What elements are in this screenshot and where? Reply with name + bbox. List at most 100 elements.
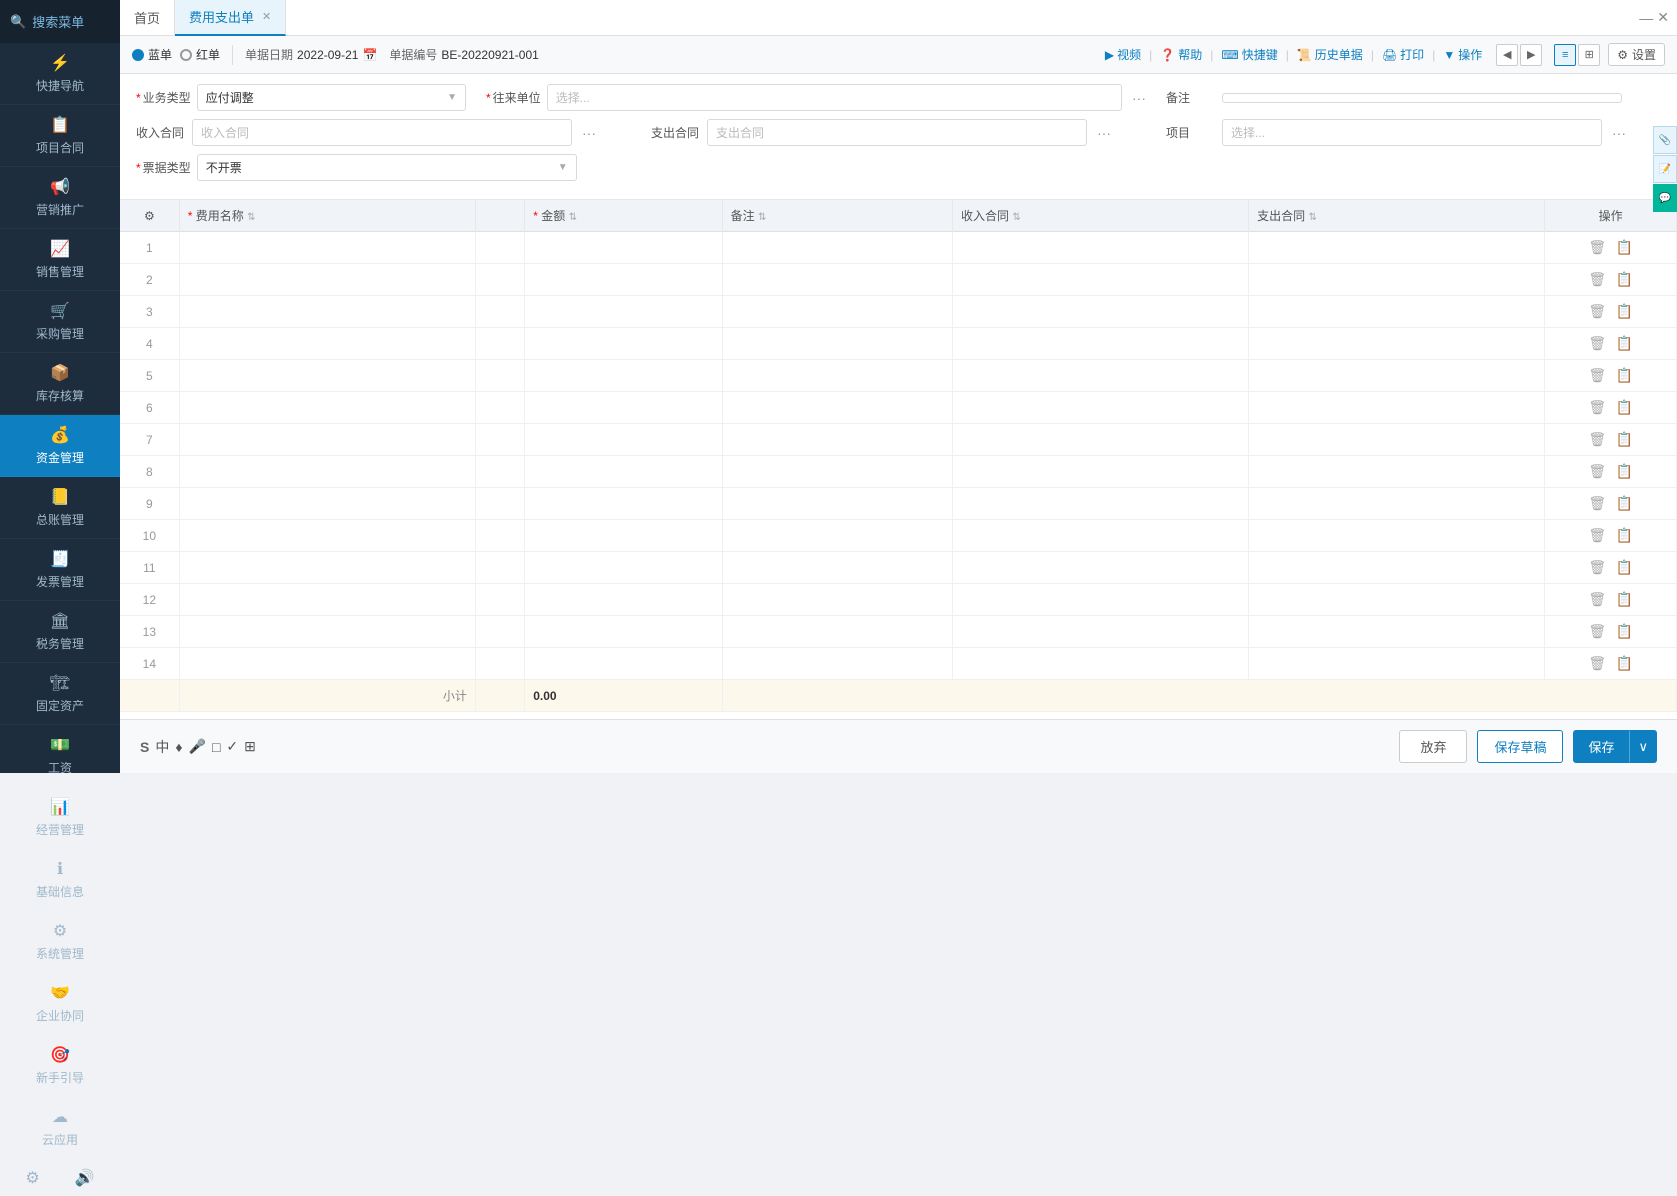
row-remark-cell[interactable] [722, 232, 952, 264]
settings-icon[interactable]: ⚙ [25, 1168, 39, 1188]
row-expense-name-cell[interactable] [179, 648, 475, 680]
row-remark-cell[interactable] [722, 296, 952, 328]
icon-china[interactable]: 中 [155, 737, 169, 757]
row-income-contract-cell[interactable] [953, 424, 1249, 456]
row-copy-icon[interactable]: 📋 [1616, 655, 1633, 671]
sidebar-item-capital[interactable]: 💰 资金管理 [0, 415, 120, 477]
remark-input[interactable] [1222, 93, 1622, 103]
sidebar-item-cloud[interactable]: ☁ 云应用 [0, 1097, 120, 1159]
row-delete-icon[interactable]: 🗑 [1588, 591, 1606, 607]
row-income-contract-cell[interactable] [953, 264, 1249, 296]
row-copy-icon[interactable]: 📋 [1616, 623, 1633, 639]
sidebar-item-accounting[interactable]: 📒 总账管理 [0, 477, 120, 539]
row-income-contract-cell[interactable] [953, 456, 1249, 488]
row-income-contract-cell[interactable] [953, 520, 1249, 552]
row-expense-name-cell[interactable] [179, 616, 475, 648]
nav-next-btn[interactable]: ▶ [1520, 44, 1542, 66]
row-income-contract-cell[interactable] [953, 232, 1249, 264]
row-delete-icon[interactable]: 🗑 [1588, 655, 1606, 671]
row-expense-name-cell[interactable] [179, 328, 475, 360]
row-expense-name-cell[interactable] [179, 232, 475, 264]
row-amount-cell[interactable] [525, 392, 722, 424]
row-amount-cell[interactable] [525, 552, 722, 584]
history-action[interactable]: 📜 历史单据 [1297, 46, 1363, 63]
project-input[interactable]: 选择... [1222, 119, 1602, 146]
video-action[interactable]: ▶ 视频 [1105, 46, 1141, 63]
row-expense-contract-cell[interactable] [1249, 456, 1545, 488]
radio-blue[interactable]: 蓝单 [132, 46, 172, 63]
float-chat-btn[interactable]: 💬 [1653, 184, 1677, 212]
row-copy-icon[interactable]: 📋 [1616, 239, 1633, 255]
income-contract-more-icon[interactable]: ··· [582, 125, 596, 141]
row-expense-contract-cell[interactable] [1249, 424, 1545, 456]
row-amount-cell[interactable] [525, 264, 722, 296]
save-arrow-button[interactable]: ∨ [1629, 730, 1657, 763]
row-income-contract-cell[interactable] [953, 616, 1249, 648]
sidebar-item-invoice[interactable]: 🧾 发票管理 [0, 539, 120, 601]
calendar-icon[interactable]: 📅 [362, 48, 377, 62]
row-copy-icon[interactable]: 📋 [1616, 495, 1633, 511]
income-contract-input[interactable]: 收入合同 [192, 119, 572, 146]
icon-mic[interactable]: 🎤 [189, 738, 206, 755]
row-amount-cell[interactable] [525, 648, 722, 680]
row-expense-contract-cell[interactable] [1249, 584, 1545, 616]
row-delete-icon[interactable]: 🗑 [1588, 527, 1606, 543]
sidebar-item-operations[interactable]: 📊 经营管理 [0, 787, 120, 849]
row-copy-icon[interactable]: 📋 [1616, 527, 1633, 543]
row-income-contract-cell[interactable] [953, 392, 1249, 424]
sidebar-item-basic-info[interactable]: ℹ 基础信息 [0, 849, 120, 911]
row-expense-contract-cell[interactable] [1249, 328, 1545, 360]
row-remark-cell[interactable] [722, 648, 952, 680]
row-delete-icon[interactable]: 🗑 [1588, 495, 1606, 511]
sidebar-item-new-guide[interactable]: 🎯 新手引导 [0, 1035, 120, 1097]
row-delete-icon[interactable]: 🗑 [1588, 463, 1606, 479]
sidebar-item-project-contract[interactable]: 📋 项目合同 [0, 105, 120, 167]
row-delete-icon[interactable]: 🗑 [1588, 623, 1606, 639]
row-remark-cell[interactable] [722, 552, 952, 584]
shortcut-action[interactable]: ⌨ 快捷键 [1221, 46, 1277, 63]
row-delete-icon[interactable]: 🗑 [1588, 335, 1606, 351]
tab-expense-bill[interactable]: 费用支出单 ✕ [175, 0, 286, 36]
radio-red[interactable]: 红单 [180, 46, 220, 63]
row-delete-icon[interactable]: 🗑 [1588, 239, 1606, 255]
row-income-contract-cell[interactable] [953, 488, 1249, 520]
row-expense-name-cell[interactable] [179, 392, 475, 424]
row-expense-name-cell[interactable] [179, 520, 475, 552]
row-expense-contract-cell[interactable] [1249, 232, 1545, 264]
bill-no-value[interactable]: BE-20220921-001 [441, 48, 538, 62]
row-amount-cell[interactable] [525, 488, 722, 520]
row-expense-contract-cell[interactable] [1249, 488, 1545, 520]
icon-check[interactable]: ✓ [226, 738, 238, 755]
window-close-button[interactable]: ✕ [1657, 9, 1669, 26]
row-expense-name-cell[interactable] [179, 456, 475, 488]
icon-square[interactable]: □ [212, 739, 220, 755]
col-gear[interactable]: ⚙ [120, 200, 179, 232]
row-amount-cell[interactable] [525, 328, 722, 360]
row-income-contract-cell[interactable] [953, 328, 1249, 360]
save-main-button[interactable]: 保存 [1573, 730, 1629, 763]
row-expense-name-cell[interactable] [179, 264, 475, 296]
sidebar-item-marketing[interactable]: 📢 营销推广 [0, 167, 120, 229]
row-copy-icon[interactable]: 📋 [1616, 271, 1633, 287]
row-delete-icon[interactable]: 🗑 [1588, 367, 1606, 383]
expense-contract-input[interactable]: 支出合同 [707, 119, 1087, 146]
sidebar-item-quick-nav[interactable]: ⚡ 快捷导航 [0, 43, 120, 105]
discard-button[interactable]: 放弃 [1399, 730, 1467, 763]
sidebar-item-payroll[interactable]: 💵 工资 [0, 725, 120, 787]
row-delete-icon[interactable]: 🗑 [1588, 399, 1606, 415]
row-amount-cell[interactable] [525, 456, 722, 488]
row-income-contract-cell[interactable] [953, 360, 1249, 392]
row-expense-name-cell[interactable] [179, 552, 475, 584]
row-delete-icon[interactable]: 🗑 [1588, 559, 1606, 575]
partner-input[interactable]: 选择... [547, 84, 1122, 111]
expense-contract-more-icon[interactable]: ··· [1097, 125, 1111, 141]
sidebar-item-purchase[interactable]: 🛒 采购管理 [0, 291, 120, 353]
row-copy-icon[interactable]: 📋 [1616, 399, 1633, 415]
row-remark-cell[interactable] [722, 264, 952, 296]
row-expense-name-cell[interactable] [179, 296, 475, 328]
row-expense-contract-cell[interactable] [1249, 552, 1545, 584]
row-remark-cell[interactable] [722, 616, 952, 648]
row-copy-icon[interactable]: 📋 [1616, 335, 1633, 351]
row-amount-cell[interactable] [525, 296, 722, 328]
row-remark-cell[interactable] [722, 424, 952, 456]
